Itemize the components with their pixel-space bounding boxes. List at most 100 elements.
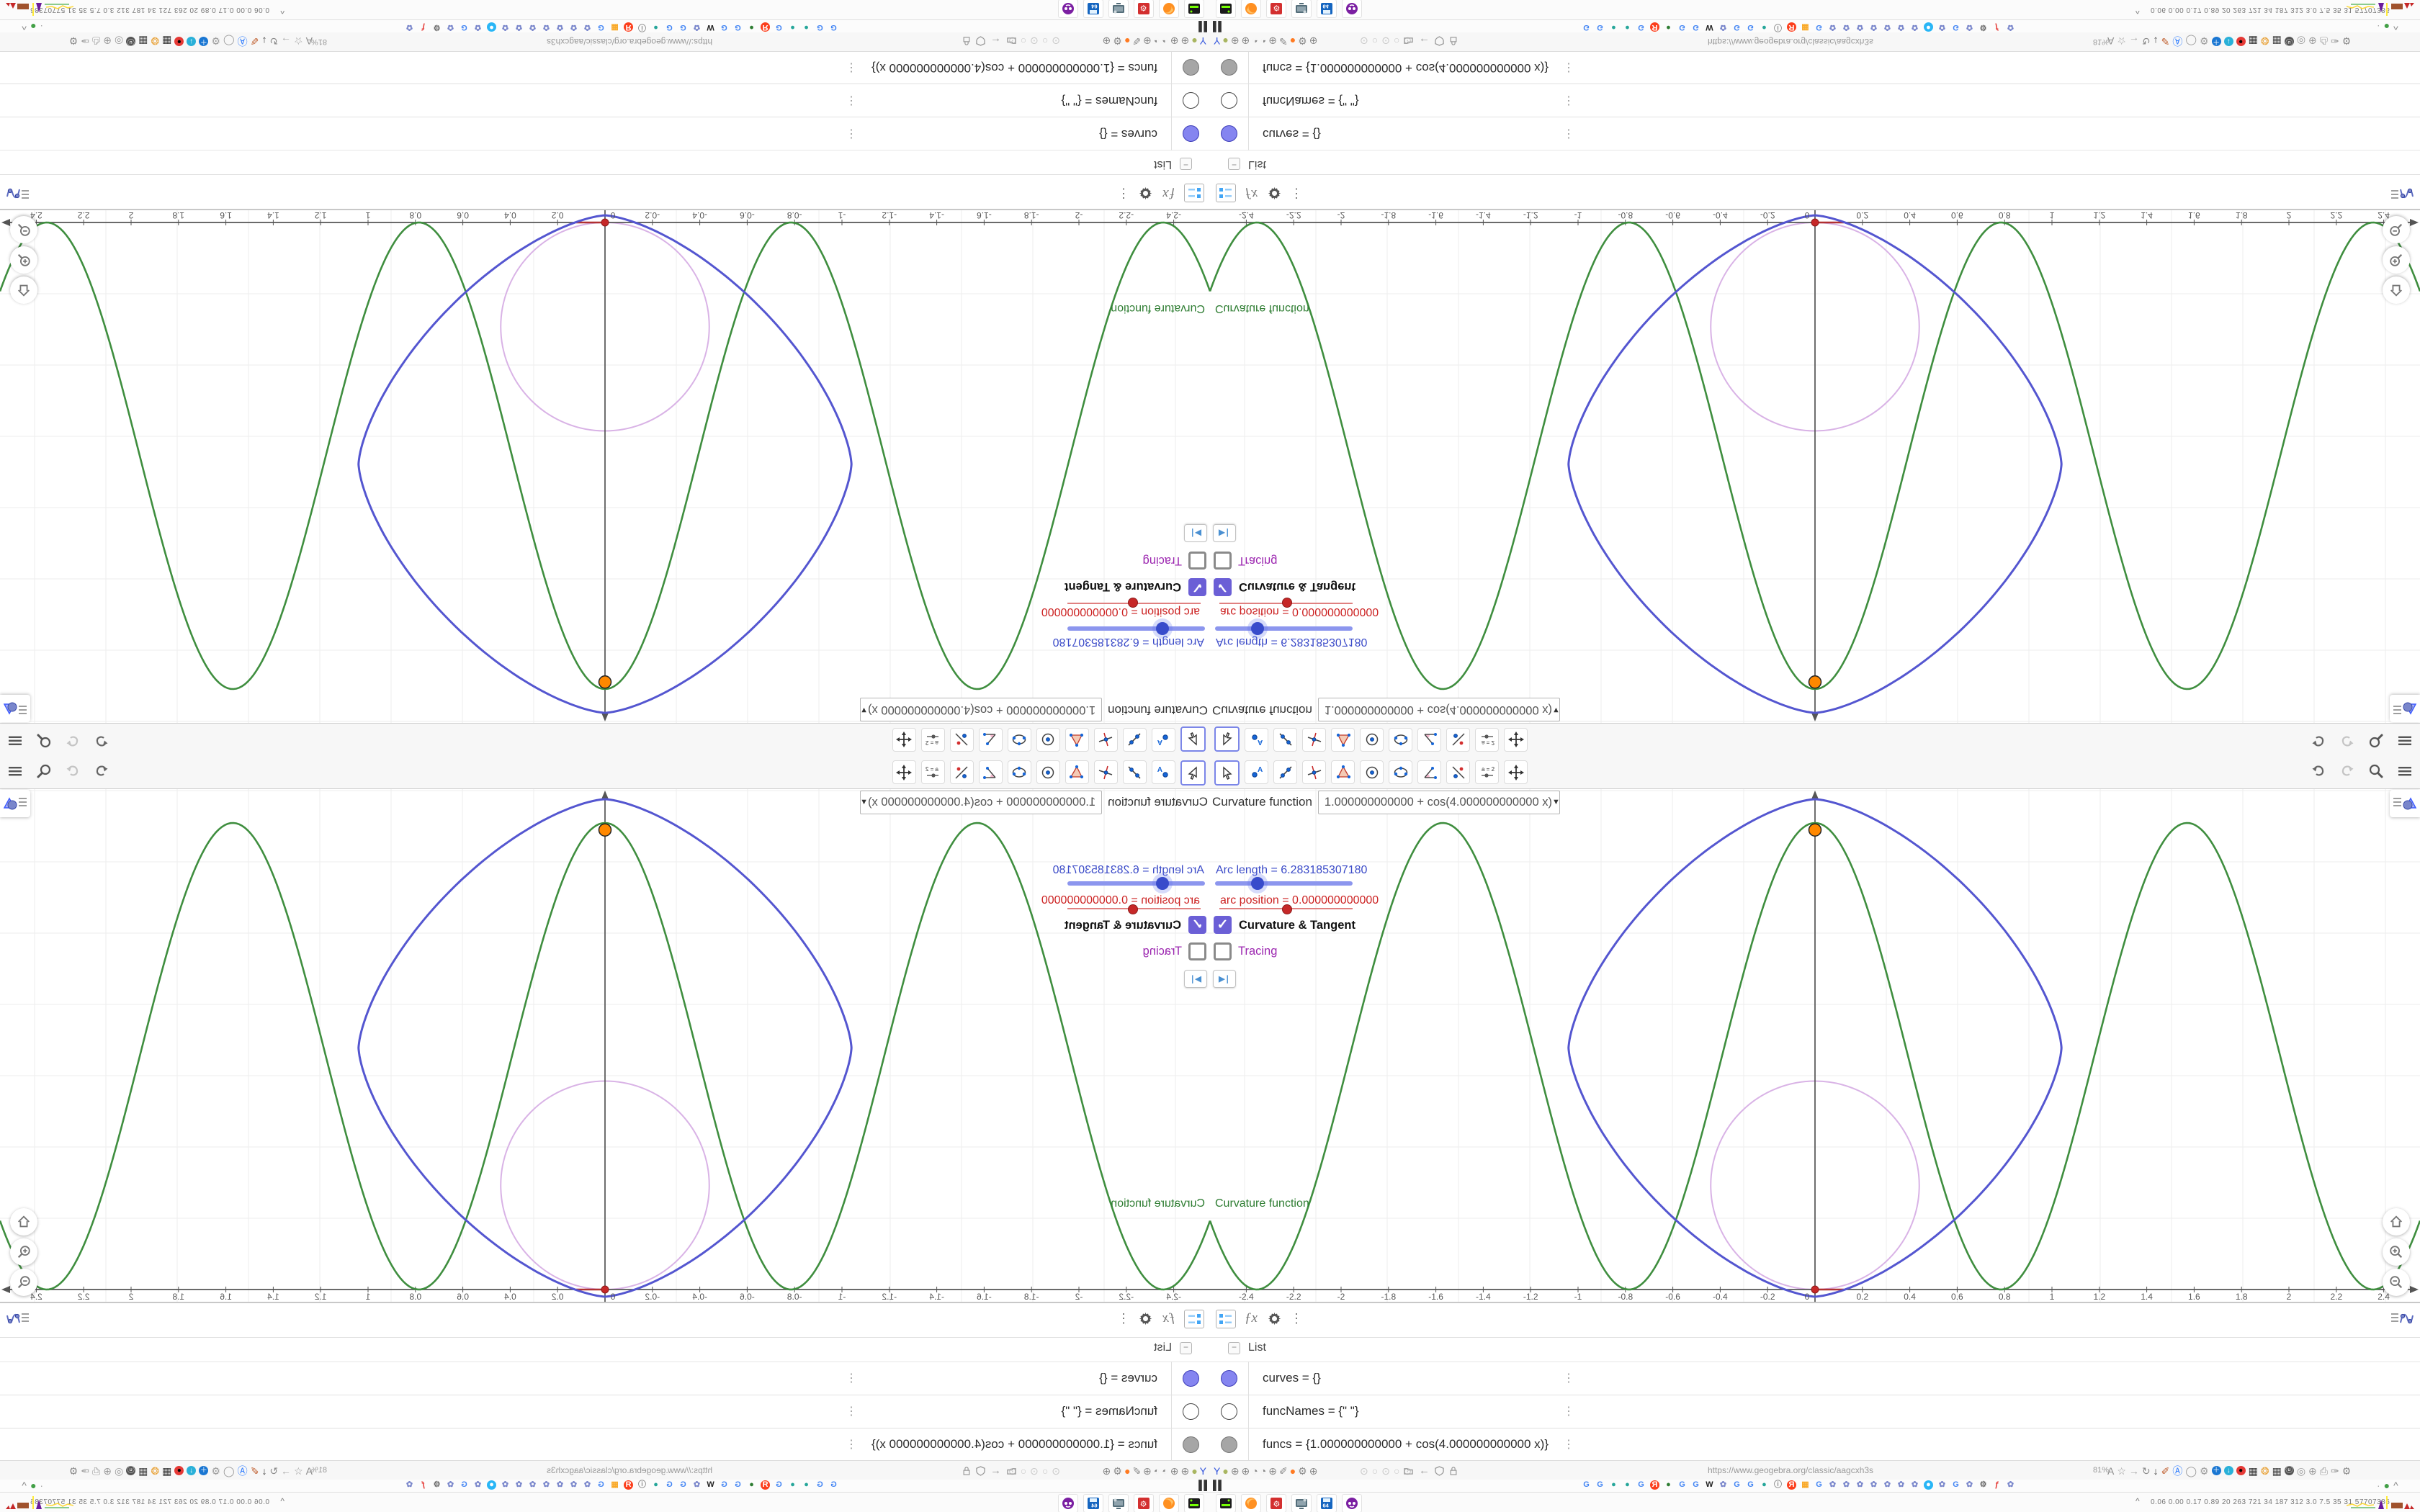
icon[interactable]: ↻ [269,1465,278,1477]
icon[interactable]: · [2377,21,2380,32]
icon[interactable]: ⊙ [1052,36,1060,48]
move-graphics-tool-button[interactable] [892,760,916,784]
drive-app-button[interactable] [1184,1494,1204,1512]
tab-favicon[interactable]: G [815,22,825,32]
icon[interactable]: ⓤ [2284,37,2294,46]
tab-favicon[interactable]: ✿ [1828,1480,1837,1490]
icon[interactable]: ● [1124,36,1130,48]
arc-length-slider[interactable] [1215,881,1353,886]
algebra-row-curves[interactable]: curves = {} ⋮ [0,1362,1210,1395]
move-graphics-tool-button[interactable] [892,728,916,752]
algebra-row-funcnames[interactable]: funcNames = {" "} ⋮ [0,1395,1210,1428]
tab-favicon[interactable]: G [1951,22,1960,32]
play-pause-button[interactable]: ▶❘ [1184,524,1207,542]
collapse-icon[interactable]: − [1180,158,1192,170]
back-arrow-icon[interactable]: ← [1419,35,1430,48]
icon[interactable]: ◎ [2297,36,2305,48]
tab-favicon[interactable]: ⚙ [1978,1480,1988,1490]
tab-favicon[interactable]: ● [1924,1480,1933,1490]
tray-chevron-icon[interactable]: ^ [280,1496,284,1506]
tab-favicon[interactable]: ƒ [418,1480,428,1490]
tab-favicon[interactable]: ● [651,1480,660,1490]
visibility-marble[interactable] [1183,1436,1199,1453]
icon[interactable]: ⊙ [1030,36,1039,48]
icon[interactable]: ↓ [187,37,197,46]
search-icon[interactable] [35,732,53,750]
icon[interactable]: ⊕ [1180,36,1189,48]
home-button[interactable] [2383,276,2410,304]
tab-favicon[interactable]: ⚙ [1978,22,1988,32]
icon[interactable]: ◯ [223,1465,235,1477]
pause-icon[interactable]: ▌▌ [1213,1480,1224,1490]
settings-gear-button[interactable] [1137,1310,1155,1327]
icon[interactable]: ● [174,1466,184,1475]
icon[interactable]: ＋ [199,1466,209,1475]
arc-length-slider[interactable] [1067,881,1205,886]
tracing-checkbox[interactable] [1214,942,1232,960]
icon[interactable]: ⊕ [1103,36,1111,48]
ellipse-tool-button[interactable] [1389,760,1412,784]
pause-icon[interactable]: ▌▌ [1213,22,1223,32]
reflect-tool-button[interactable] [1446,728,1470,752]
point-tool-button[interactable]: A [1245,728,1268,752]
row-kebab-icon[interactable]: ⋮ [1563,1404,1574,1418]
red-settings-app-button[interactable]: ⚙ [1266,1494,1286,1512]
icon[interactable]: ⊕ [2308,36,2317,48]
undo-icon[interactable] [2309,762,2328,780]
icon[interactable]: ↻ [2142,36,2151,48]
visibility-marble[interactable] [1221,59,1237,76]
icon[interactable]: ⓤ [126,1466,136,1475]
arc-position-slider-knob[interactable] [1281,904,1292,914]
tab-favicon[interactable]: ✿ [2006,1480,2015,1490]
tab-favicon[interactable]: ⚙ [432,22,442,32]
tab-favicon[interactable]: Я [1650,22,1659,32]
row-kebab-icon[interactable]: ⋮ [846,127,857,141]
arc-position-slider-knob[interactable] [1128,904,1139,914]
fx-style-button[interactable]: ƒx [1160,1310,1178,1327]
tab-favicon[interactable]: G [733,22,743,32]
icon[interactable]: ⊙ [1381,36,1390,48]
icon[interactable]: ✑ [81,36,89,48]
list-group-row[interactable]: − List [1210,1337,2420,1362]
tab-favicon[interactable]: G [1582,22,1591,32]
icon[interactable]: ✐ [1279,36,1288,48]
icon[interactable]: ↓ [187,1466,197,1475]
tab-favicon[interactable]: ● [1609,22,1618,32]
floppy64-app-button[interactable]: 64 [1317,0,1337,18]
tab-favicon[interactable]: ✿ [583,1480,592,1490]
pause-icon[interactable]: ▌▌ [1197,1480,1207,1490]
floppy64-app-button[interactable]: 64 [1083,1494,1103,1512]
settings-gear-button[interactable] [1265,1310,1283,1327]
tab-favicon[interactable]: W [706,22,715,32]
move-graphics-tool-button[interactable] [1504,728,1528,752]
icon[interactable]: ☆ [2117,1466,2126,1476]
icon[interactable]: ● [174,37,184,46]
icon[interactable]: ⊕ [1103,1465,1111,1477]
icon[interactable]: ⊙ [1360,36,1368,48]
screenshot-app-button[interactable] [1108,1494,1129,1512]
icon[interactable]: ● [1290,36,1296,48]
tab-favicon[interactable]: G [1814,22,1824,32]
icon[interactable]: ◔ [1154,1465,1160,1477]
perpendicular-tool-button[interactable] [1094,728,1118,752]
function-combobox[interactable]: 1.000000000000 + cos(4.000000000000 x) ▼ [1317,698,1560,722]
tab-favicon[interactable]: ✿ [1718,1480,1728,1490]
tab-favicon[interactable]: ✿ [446,1480,455,1490]
icon[interactable]: ⊕ [2308,1466,2317,1476]
icon[interactable]: ⊕ [1242,1466,1250,1476]
kebab-menu-icon[interactable]: ⋮ [1290,1310,1303,1327]
icon[interactable]: ⎙ [2320,1466,2328,1476]
tab-favicon[interactable]: ● [487,22,496,32]
icon[interactable]: ⚙ [2342,1466,2352,1476]
tab-favicon[interactable]: ✿ [1896,1480,1906,1490]
icon[interactable]: ⚙ [1113,1465,1122,1477]
tab-favicon[interactable]: Я [761,1480,770,1490]
icon[interactable]: ↓ [2223,37,2233,46]
algebra-row-funcnames[interactable]: funcNames = {" "} ⋮ [1210,1395,2420,1428]
polygon-tool-button[interactable] [1065,760,1089,784]
tab-favicon[interactable]: ● [788,22,797,32]
list-group-row[interactable]: − List [1210,150,2420,175]
redo-icon[interactable] [63,732,82,750]
tab-favicon[interactable]: G [815,1480,825,1490]
zoom-in-button[interactable] [10,246,37,274]
